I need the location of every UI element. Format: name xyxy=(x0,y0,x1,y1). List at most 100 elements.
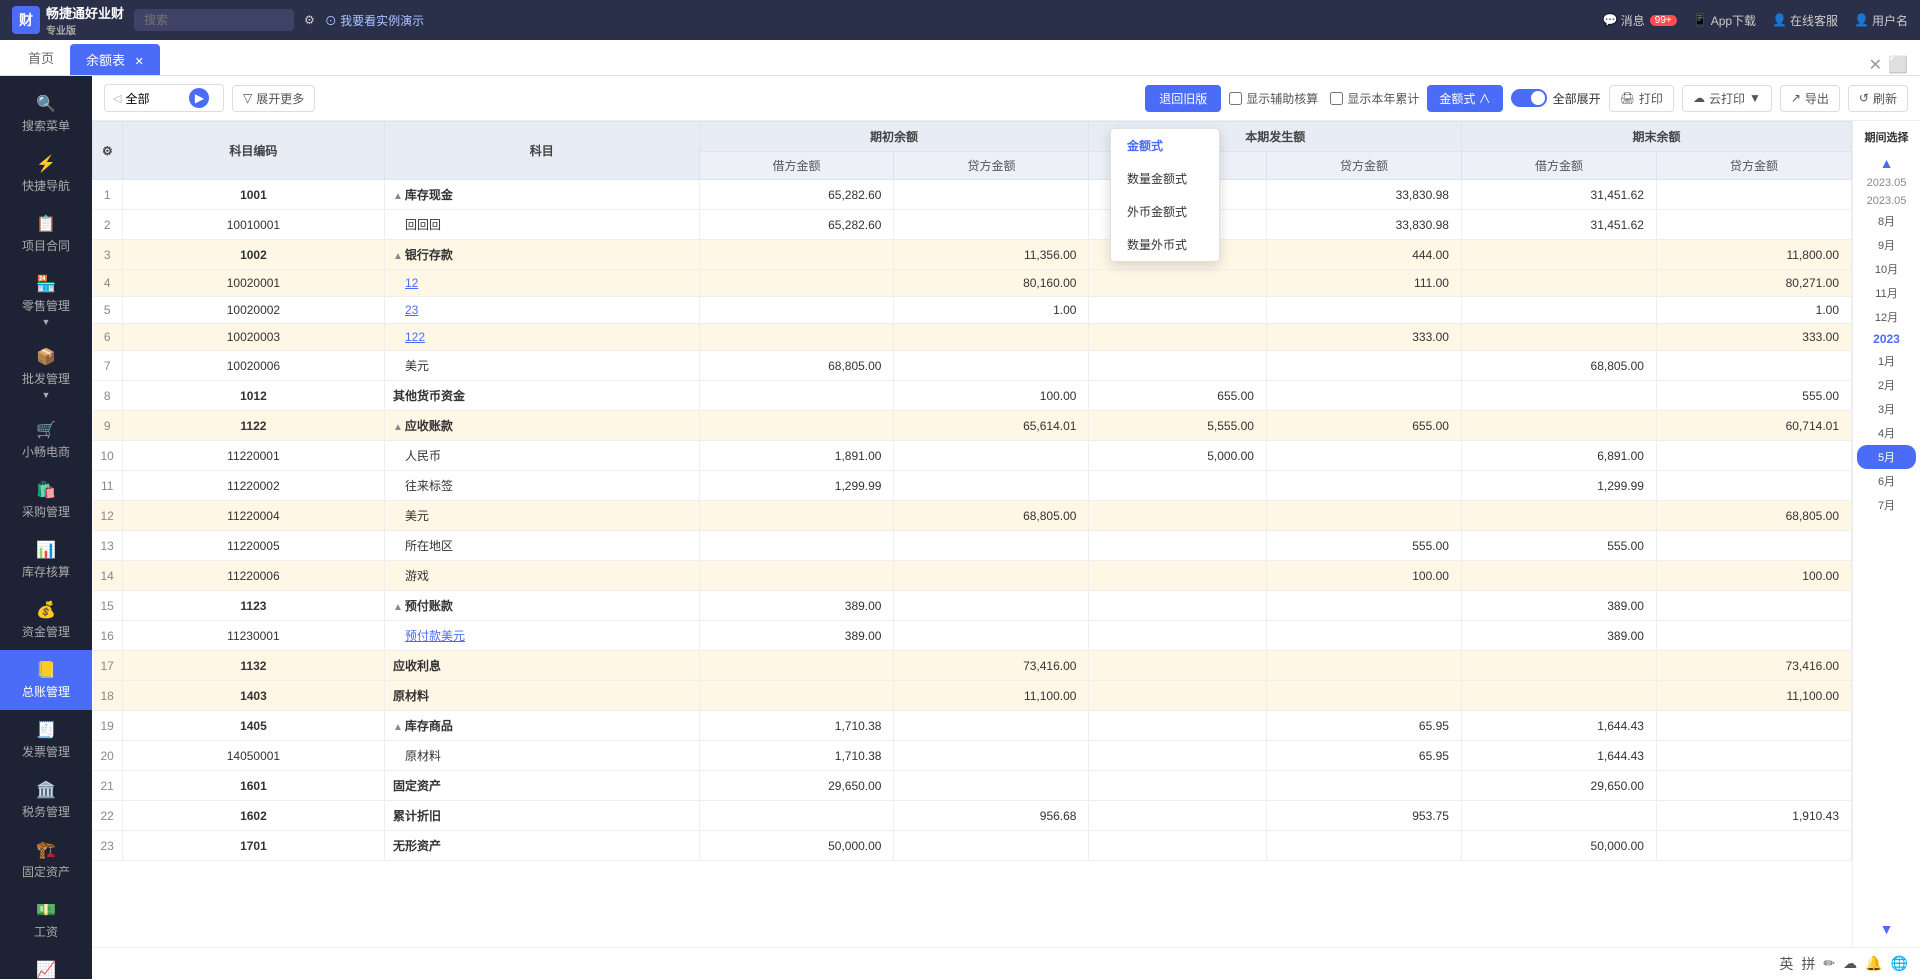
expand-icon: ▽ xyxy=(243,91,252,105)
refresh-btn[interactable]: ↺ 刷新 xyxy=(1848,85,1908,112)
demo-link[interactable]: ⊙ 我要看实例演示 xyxy=(325,12,424,29)
expand-all-toggle[interactable]: 全部展开 xyxy=(1511,89,1601,107)
row-credit-curr xyxy=(1266,771,1461,801)
row-credit-open: 956.68 xyxy=(894,801,1089,831)
sidebar-item-tax[interactable]: 🏛️ 税务管理 xyxy=(0,770,92,830)
tab-home[interactable]: 首页 xyxy=(12,42,70,75)
support-btn[interactable]: 👤 在线客服 xyxy=(1772,12,1838,29)
return-old-btn[interactable]: 退回旧版 xyxy=(1145,85,1221,112)
format-option-3[interactable]: 外币金额式 xyxy=(1111,195,1219,228)
row-credit-close xyxy=(1656,210,1851,240)
format-option-4[interactable]: 数量外币式 xyxy=(1111,228,1219,261)
month-2[interactable]: 2月 xyxy=(1857,373,1916,397)
sidebar-item-quicknav[interactable]: ⚡ 快捷导航 xyxy=(0,144,92,204)
cloud-print-btn[interactable]: ☁ 云打印 ▼ xyxy=(1682,85,1772,112)
sidebar-item-wholesale[interactable]: 📦 批发管理 ▼ xyxy=(0,337,92,410)
month-1[interactable]: 1月 xyxy=(1857,349,1916,373)
invoice-icon: 🧾 xyxy=(36,720,56,740)
sidebar-item-search[interactable]: 🔍 搜索菜单 xyxy=(0,84,92,144)
export-btn[interactable]: ↗ 导出 xyxy=(1780,85,1840,112)
user-btn[interactable]: 👤 用户名 xyxy=(1854,12,1908,29)
search-input[interactable] xyxy=(125,91,185,105)
row-credit-open xyxy=(894,471,1089,501)
row-credit-open xyxy=(894,591,1089,621)
month-9[interactable]: 9月 xyxy=(1857,233,1916,257)
bottom-icon-edit[interactable]: ✏ xyxy=(1823,955,1835,972)
sidebar-item-purchase[interactable]: 🛍️ 采购管理 xyxy=(0,470,92,530)
right-panel-down-arrow[interactable]: ▼ xyxy=(1878,919,1896,939)
right-panel: 期间选择 ▲ 2023.05 2023.05 8月 9月 10月 11月 12月… xyxy=(1852,121,1920,947)
format-option-2[interactable]: 数量金额式 xyxy=(1111,162,1219,195)
row-debit-open: 1,891.00 xyxy=(699,441,894,471)
row-debit-open xyxy=(699,381,894,411)
expand-more-btn[interactable]: ▽ 展开更多 xyxy=(232,85,315,112)
tab-close-icon[interactable]: ✕ xyxy=(135,56,144,68)
show-aux-check[interactable]: 显示辅助核算 xyxy=(1229,90,1318,107)
month-3[interactable]: 3月 xyxy=(1857,397,1916,421)
bottom-icon-globe[interactable]: 🌐 xyxy=(1891,955,1908,972)
col-code-header: 科目编码 xyxy=(122,122,384,180)
month-5[interactable]: 5月 xyxy=(1857,445,1916,469)
row-debit-curr xyxy=(1089,471,1267,501)
sidebar-item-ecommerce[interactable]: 🛒 小畅电商 xyxy=(0,410,92,470)
show-ytd-checkbox[interactable] xyxy=(1330,92,1343,105)
row-debit-open: 1,710.38 xyxy=(699,741,894,771)
row-credit-open xyxy=(894,621,1089,651)
right-panel-up-arrow[interactable]: ▲ xyxy=(1878,153,1896,173)
month-11[interactable]: 11月 xyxy=(1857,281,1916,305)
tab-maximize-icon[interactable]: ⬜ xyxy=(1888,55,1908,75)
ecommerce-icon: 🛒 xyxy=(36,420,56,440)
row-credit-curr xyxy=(1266,297,1461,324)
sidebar-item-assets[interactable]: 🏗️ 固定资产 xyxy=(0,830,92,890)
show-ytd-check[interactable]: 显示本年累计 xyxy=(1330,90,1419,107)
row-debit-curr xyxy=(1089,681,1267,711)
download-btn[interactable]: 📱 App下载 xyxy=(1693,12,1756,29)
col-settings[interactable]: ⚙ xyxy=(93,122,123,180)
month-4[interactable]: 4月 xyxy=(1857,421,1916,445)
sidebar-item-label: 采购管理 xyxy=(22,503,70,520)
sidebar-item-finance[interactable]: 💰 资金管理 xyxy=(0,590,92,650)
row-name: 回回回 xyxy=(384,210,699,240)
show-aux-checkbox[interactable] xyxy=(1229,92,1242,105)
month-12[interactable]: 12月 xyxy=(1857,305,1916,329)
row-debit-open xyxy=(699,501,894,531)
row-num: 21 xyxy=(93,771,123,801)
sidebar-item-invoice[interactable]: 🧾 发票管理 xyxy=(0,710,92,770)
month-6[interactable]: 6月 xyxy=(1857,469,1916,493)
settings-icon[interactable]: ⚙ xyxy=(304,13,315,27)
row-num: 4 xyxy=(93,270,123,297)
row-debit-curr xyxy=(1089,831,1267,861)
table-row: 18 1403 原材料 11,100.00 11,100.00 xyxy=(93,681,1852,711)
bottom-icon-cloud[interactable]: ☁ xyxy=(1843,955,1857,972)
sidebar-item-ledger[interactable]: 📒 总账管理 xyxy=(0,650,92,710)
sidebar-item-salary[interactable]: 💵 工资 xyxy=(0,890,92,950)
search-arrow-btn[interactable]: ▶ xyxy=(189,88,209,108)
toggle-switch[interactable] xyxy=(1511,89,1547,107)
top-search-input[interactable] xyxy=(134,9,294,31)
bottom-icon-chinese[interactable]: 英 xyxy=(1779,954,1793,974)
row-debit-close: 31,451.62 xyxy=(1461,210,1656,240)
sidebar-item-inventory[interactable]: 📊 库存核算 xyxy=(0,530,92,590)
row-name: 无形资产 xyxy=(384,831,699,861)
tab-balance[interactable]: 余额表 ✕ xyxy=(70,44,160,75)
finance-icon: 💰 xyxy=(36,600,56,620)
tab-close-window-icon[interactable]: ✕ xyxy=(1869,55,1882,75)
table-container[interactable]: ⚙ 科目编码 科目 期初余额 本期发生额 期末余额 借方金额 贷方金额 借方金额… xyxy=(92,121,1852,947)
col-debit-open-header: 借方金额 xyxy=(699,152,894,180)
row-num: 19 xyxy=(93,711,123,741)
sidebar-item-contract[interactable]: 📋 项目合同 xyxy=(0,204,92,264)
month-8[interactable]: 8月 xyxy=(1857,209,1916,233)
bottom-icon-bell[interactable]: 🔔 xyxy=(1865,955,1882,972)
year-2023: 2023 xyxy=(1873,329,1900,349)
print-btn[interactable]: 🖨 打印 xyxy=(1609,85,1674,112)
message-btn[interactable]: 💬 消息 99+ xyxy=(1603,12,1677,29)
row-debit-open: 68,805.00 xyxy=(699,351,894,381)
sidebar-item-retail[interactable]: 🏪 零售管理 ▼ xyxy=(0,264,92,337)
format-dropdown-btn[interactable]: 金额式 ∧ xyxy=(1427,85,1502,112)
month-7[interactable]: 7月 xyxy=(1857,493,1916,517)
bottom-icon-pinyin[interactable]: 拼 xyxy=(1801,954,1815,974)
sidebar-item-operations[interactable]: 📈 经营管理 xyxy=(0,950,92,979)
row-debit-close: 389.00 xyxy=(1461,621,1656,651)
format-option-1[interactable]: 金额式 xyxy=(1111,129,1219,162)
month-10[interactable]: 10月 xyxy=(1857,257,1916,281)
